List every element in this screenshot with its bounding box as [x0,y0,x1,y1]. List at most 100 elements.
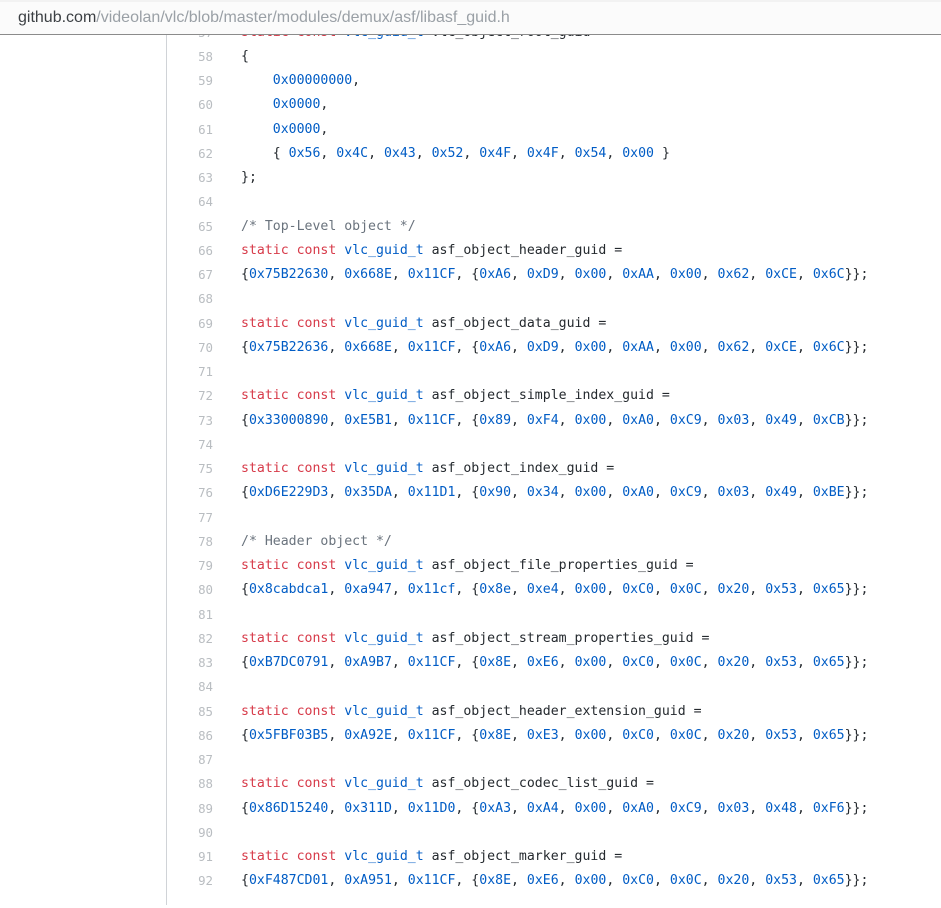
code-line: 86 {0x5FBF03B5, 0xA92E, 0x11CF, {0x8E, 0x… [167,724,941,748]
line-number[interactable]: 89 [167,797,213,821]
line-number[interactable]: 67 [167,263,213,287]
code-line: 90 [167,821,941,845]
line-number[interactable]: 82 [167,627,213,651]
code-line: 84 [167,675,941,699]
left-margin [0,35,166,905]
line-number[interactable]: 66 [167,239,213,263]
line-number[interactable]: 90 [167,821,213,845]
line-number[interactable]: 85 [167,700,213,724]
browser-address-bar[interactable]: github.com/videolan/vlc/blob/master/modu… [0,0,941,35]
code-text: static const vlc_guid_t asf_object_heade… [241,242,623,258]
line-number[interactable]: 87 [167,748,213,772]
line-number[interactable]: 58 [167,45,213,69]
code-line: 83 {0xB7DC0791, 0xA9B7, 0x11CF, {0x8E, 0x… [167,651,941,675]
code-text: 0x00000000, [272,73,361,89]
code-line: 88 static const vlc_guid_t asf_object_cod… [167,772,941,796]
code-text: {0x75B22630, 0x668E, 0x11CF, {0xA6, 0xD9… [241,267,869,283]
code-text: /* Top-Level object */ [241,218,416,234]
code-line: 78 /* Header object */ [167,530,941,554]
code-line: 71 [167,360,941,384]
code-line: 60 0x0000, [167,93,941,117]
line-number[interactable]: 61 [167,118,213,142]
code-line: 87 [167,748,941,772]
line-number[interactable]: 81 [167,603,213,627]
line-number[interactable]: 75 [167,457,213,481]
code-line: 73 {0x33000890, 0xE5B1, 0x11CF, {0x89, 0x… [167,409,941,433]
code-line: 65 /* Top-Level object */ [167,215,941,239]
code-line: 77 [167,506,941,530]
line-number[interactable]: 86 [167,724,213,748]
code-text: static const vlc_guid_t asf_object_strea… [241,630,710,646]
code-text: static const vlc_guid_t asf_object_heade… [241,703,702,719]
line-number[interactable]: 71 [167,360,213,384]
code-line: 79 static const vlc_guid_t asf_object_fil… [167,554,941,578]
code-line: 58 { [167,45,941,69]
line-number[interactable]: 91 [167,845,213,869]
line-number[interactable]: 64 [167,190,213,214]
code-line: 57 static const vlc_guid_t vlc_object_roo… [167,35,941,45]
line-number[interactable]: 83 [167,651,213,675]
code-text: static const vlc_guid_t asf_object_simpl… [241,388,670,404]
line-number[interactable]: 79 [167,554,213,578]
code-line: 76 {0xD6E229D3, 0x35DA, 0x11D1, {0x90, 0x… [167,481,941,505]
code-text: /* Header object */ [241,533,392,549]
line-number[interactable]: 63 [167,166,213,190]
code-text: static const vlc_guid_t asf_object_data_… [241,315,607,331]
code-text: static const vlc_guid_t asf_object_file_… [241,558,694,574]
url-path: /videolan/vlc/blob/master/modules/demux/… [96,9,510,26]
line-number[interactable]: 74 [167,433,213,457]
code-line: 92 {0xF487CD01, 0xA951, 0x11CF, {0x8E, 0x… [167,869,941,893]
line-number[interactable]: 92 [167,869,213,893]
code-text: {0x75B22636, 0x668E, 0x11CF, {0xA6, 0xD9… [241,339,869,355]
line-number[interactable]: 84 [167,675,213,699]
code-line: 91 static const vlc_guid_t asf_object_mar… [167,845,941,869]
code-line: 69 static const vlc_guid_t asf_object_dat… [167,312,941,336]
line-number[interactable]: 68 [167,287,213,311]
line-number[interactable]: 88 [167,772,213,796]
line-number[interactable]: 80 [167,578,213,602]
code-text: static const vlc_guid_t asf_object_codec… [241,776,654,792]
code-text: {0xF487CD01, 0xA951, 0x11CF, {0x8E, 0xE6… [241,873,869,889]
code-line: 80 {0x8cabdca1, 0xa947, 0x11cf, {0x8e, 0x… [167,578,941,602]
url-domain: github.com [18,9,97,26]
line-number[interactable]: 72 [167,384,213,408]
code-text: {0x86D15240, 0x311D, 0x11D0, {0xA3, 0xA4… [241,800,869,816]
code-text: {0x33000890, 0xE5B1, 0x11CF, {0x89, 0xF4… [241,412,869,428]
code-line: 63}; [167,166,941,190]
line-number[interactable]: 73 [167,409,213,433]
code-line: 85 static const vlc_guid_t asf_object_hea… [167,700,941,724]
line-number[interactable]: 62 [167,142,213,166]
line-number[interactable]: 57 [167,35,213,45]
code-line: 81 [167,603,941,627]
code-line: 68 [167,287,941,311]
code-line: 74 [167,433,941,457]
code-lines: 57 static const vlc_guid_t vlc_object_roo… [167,35,941,894]
code-line: 64 [167,190,941,214]
code-text: static const vlc_guid_t vlc_object_root_… [241,35,606,45]
line-number[interactable]: 65 [167,215,213,239]
line-number[interactable]: 69 [167,312,213,336]
code-text: {0x5FBF03B5, 0xA92E, 0x11CF, {0x8E, 0xE3… [241,727,869,743]
code-line: 82 static const vlc_guid_t asf_object_str… [167,627,941,651]
line-number[interactable]: 78 [167,530,213,554]
code-blob-view: 57 static const vlc_guid_t vlc_object_roo… [166,35,941,905]
code-line: 59 0x00000000, [167,69,941,93]
page-content: 57 static const vlc_guid_t vlc_object_roo… [0,35,941,905]
code-text: {0xB7DC0791, 0xA9B7, 0x11CF, {0x8E, 0xE6… [241,655,869,671]
line-number[interactable]: 77 [167,506,213,530]
code-line: 61 0x0000, [167,118,941,142]
line-number[interactable]: 60 [167,93,213,117]
code-text: { [241,48,249,64]
code-line: 89 {0x86D15240, 0x311D, 0x11D0, {0xA3, 0x… [167,797,941,821]
code-text: 0x0000, [272,121,329,137]
line-number[interactable]: 70 [167,336,213,360]
line-number[interactable]: 59 [167,69,213,93]
line-number[interactable]: 76 [167,481,213,505]
code-text: 0x0000, [272,97,329,113]
code-text: {0x8cabdca1, 0xa947, 0x11cf, {0x8e, 0xe4… [241,582,869,598]
code-line: 75 static const vlc_guid_t asf_object_ind… [167,457,941,481]
code-line: 66 static const vlc_guid_t asf_object_hea… [167,239,941,263]
code-line: 67 {0x75B22630, 0x668E, 0x11CF, {0xA6, 0x… [167,263,941,287]
code-line: 70 {0x75B22636, 0x668E, 0x11CF, {0xA6, 0x… [167,336,941,360]
code-text: static const vlc_guid_t asf_object_index… [241,461,615,477]
